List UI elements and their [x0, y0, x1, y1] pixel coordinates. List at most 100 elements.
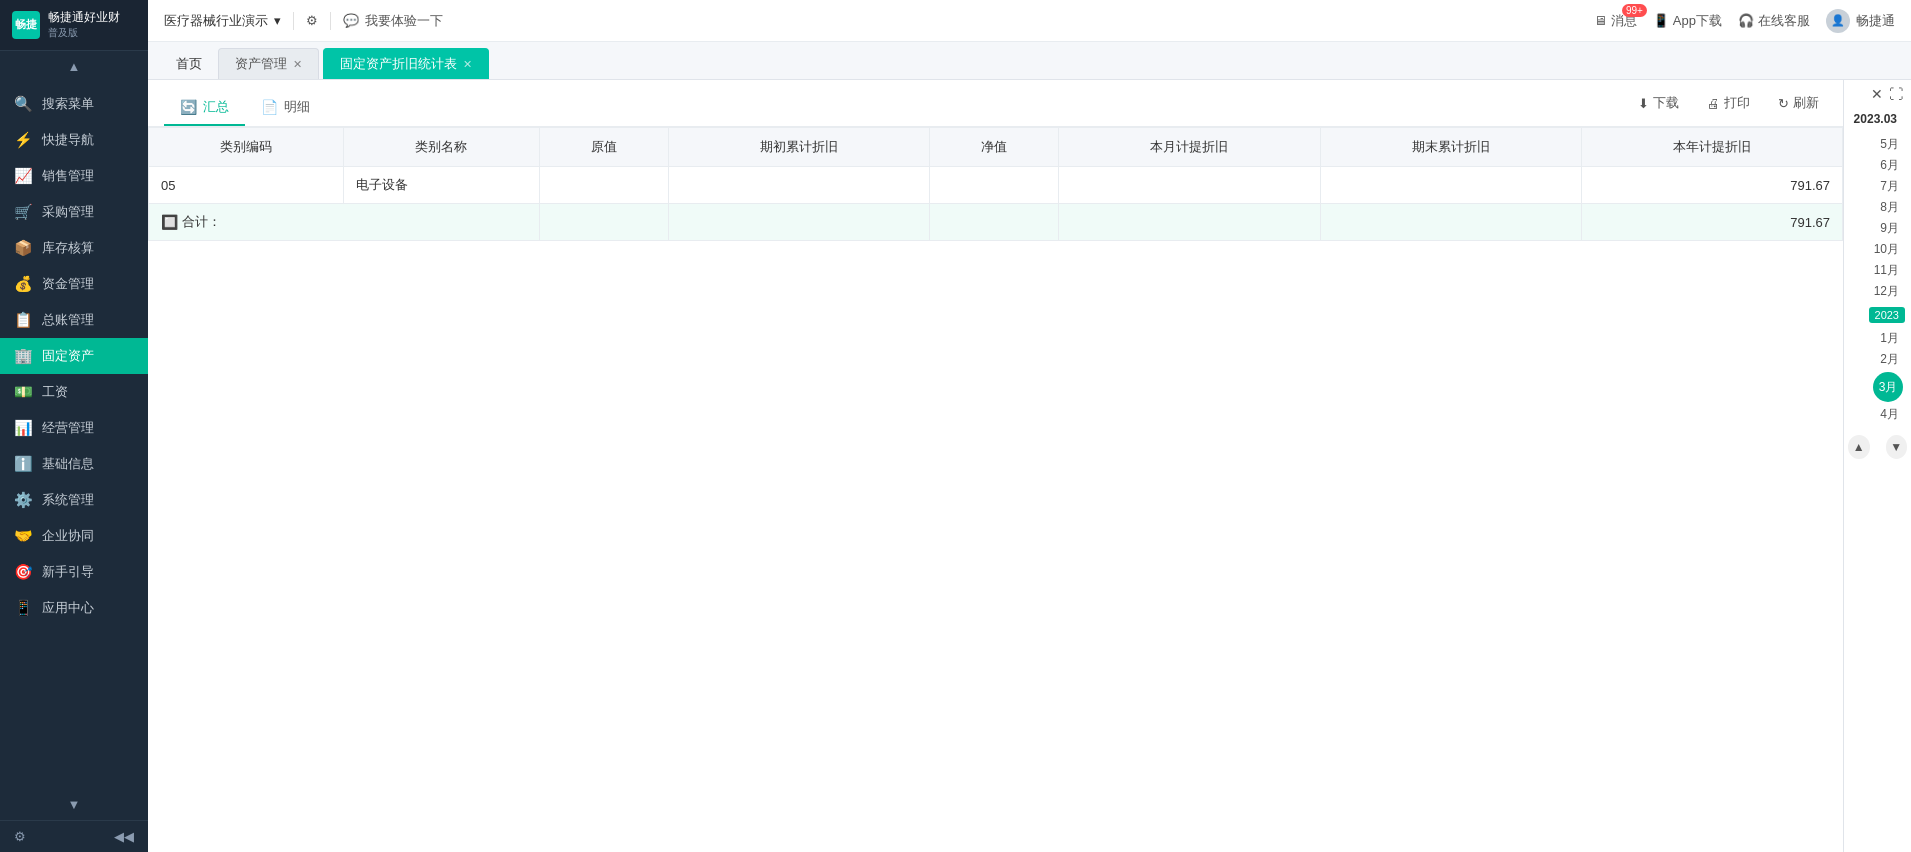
month-2[interactable]: 2月 — [1844, 349, 1911, 370]
month-1[interactable]: 1月 — [1844, 328, 1911, 349]
col-header-net: 净值 — [930, 128, 1059, 167]
tab-depreciation-report[interactable]: 固定资产折旧统计表 ✕ — [323, 48, 489, 79]
summary-expand-icon[interactable]: 🔲 — [161, 214, 178, 230]
panel-resize-btn[interactable]: ⛶ — [1889, 86, 1903, 102]
cell-monthly — [1059, 167, 1320, 204]
sidebar-item-payroll[interactable]: 💵 工资 — [0, 374, 148, 410]
month-nav-up[interactable]: ▲ — [1848, 435, 1870, 459]
refresh-btn[interactable]: ↻ 刷新 — [1770, 90, 1827, 116]
tab-asset-management[interactable]: 资产管理 ✕ — [218, 48, 319, 79]
sub-tab-summary-label: 汇总 — [203, 98, 229, 116]
main-area: 医疗器械行业演示 ▾ ⚙ 💬 我要体验一下 🖥 消息 99+ 📱 App下载 🎧 — [148, 0, 1911, 852]
panel-close-btn[interactable]: ✕ — [1871, 86, 1883, 102]
month-9[interactable]: 9月 — [1844, 218, 1911, 239]
online-service-btn[interactable]: 🎧 在线客服 — [1738, 12, 1810, 30]
tabs-bar: 首页 资产管理 ✕ 固定资产折旧统计表 ✕ — [148, 42, 1911, 80]
sidebar-item-operations[interactable]: 📊 经营管理 — [0, 410, 148, 446]
sidebar-item-guide[interactable]: 🎯 新手引导 — [0, 554, 148, 590]
sales-icon: 📈 — [14, 167, 32, 185]
ledger-icon: 📋 — [14, 311, 32, 329]
message-btn[interactable]: 🖥 消息 99+ — [1594, 12, 1637, 30]
tab-asset-label: 资产管理 — [235, 55, 287, 73]
col-header-code: 类别编码 — [149, 128, 344, 167]
month-11[interactable]: 11月 — [1844, 260, 1911, 281]
tab-home[interactable]: 首页 — [164, 49, 214, 79]
quick-nav-icon: ⚡ — [14, 131, 32, 149]
scroll-up-btn[interactable]: ▲ — [64, 55, 85, 78]
sidebar-item-purchase[interactable]: 🛒 采购管理 — [0, 194, 148, 230]
month-10[interactable]: 10月 — [1844, 239, 1911, 260]
sidebar-item-label: 工资 — [42, 383, 68, 401]
sidebar-item-funds[interactable]: 💰 资金管理 — [0, 266, 148, 302]
sidebar-item-label: 应用中心 — [42, 599, 94, 617]
col-header-annual: 本年计提折旧 — [1581, 128, 1842, 167]
sub-tab-detail-label: 明细 — [284, 98, 310, 116]
settings-icon[interactable]: ⚙ — [14, 829, 26, 844]
topbar-right: 🖥 消息 99+ 📱 App下载 🎧 在线客服 👤 畅捷通 — [1594, 9, 1895, 33]
sidebar-item-label: 经营管理 — [42, 419, 94, 437]
sidebar-item-inventory[interactable]: 📦 库存核算 — [0, 230, 148, 266]
sidebar-item-label: 系统管理 — [42, 491, 94, 509]
month-4[interactable]: 4月 — [1844, 404, 1911, 425]
cell-annual: 791.67 — [1581, 167, 1842, 204]
company-name: 医疗器械行业演示 — [164, 12, 268, 30]
company-selector[interactable]: 医疗器械行业演示 ▾ — [164, 12, 281, 30]
sidebar-item-fixed-assets[interactable]: 🏢 固定资产 — [0, 338, 148, 374]
app-download-btn[interactable]: 📱 App下载 — [1653, 12, 1722, 30]
sidebar-item-enterprise[interactable]: 🤝 企业协同 — [0, 518, 148, 554]
user-menu[interactable]: 👤 畅捷通 — [1826, 9, 1895, 33]
fixed-assets-icon: 🏢 — [14, 347, 32, 365]
scroll-down-btn[interactable]: ▼ — [64, 793, 85, 816]
month-7[interactable]: 7月 — [1844, 176, 1911, 197]
month-5[interactable]: 5月 — [1844, 134, 1911, 155]
inventory-icon: 📦 — [14, 239, 32, 257]
sidebar-item-label: 库存核算 — [42, 239, 94, 257]
system-icon: ⚙️ — [14, 491, 32, 509]
purchase-icon: 🛒 — [14, 203, 32, 221]
col-header-original: 原值 — [539, 128, 668, 167]
collapse-sidebar-btn[interactable]: ◀◀ — [114, 829, 134, 844]
avatar-icon: 👤 — [1831, 14, 1845, 27]
data-table-wrap: 类别编码 类别名称 原值 期初累计折旧 净值 本月计提折旧 期末累计折旧 本年计… — [148, 127, 1843, 241]
sidebar-item-system[interactable]: ⚙️ 系统管理 — [0, 482, 148, 518]
month-3-selected[interactable]: 3月 — [1873, 372, 1903, 402]
content-main: 🔄 汇总 📄 明细 ⬇ 下载 🖨 打印 — [148, 80, 1843, 852]
sidebar-item-app-center[interactable]: 📱 应用中心 — [0, 590, 148, 626]
month-nav-down[interactable]: ▼ — [1886, 435, 1908, 459]
month-8[interactable]: 8月 — [1844, 197, 1911, 218]
settings-btn[interactable]: ⚙ — [306, 13, 318, 28]
sidebar-item-ledger[interactable]: 📋 总账管理 — [0, 302, 148, 338]
tab-home-label: 首页 — [176, 55, 202, 73]
sub-tab-summary[interactable]: 🔄 汇总 — [164, 90, 245, 126]
print-btn[interactable]: 🖨 打印 — [1699, 90, 1758, 116]
message-icon: 🖥 — [1594, 13, 1607, 28]
sub-tabs: 🔄 汇总 📄 明细 — [148, 80, 1614, 126]
settings-gear-icon: ⚙ — [306, 13, 318, 28]
operations-icon: 📊 — [14, 419, 32, 437]
payroll-icon: 💵 — [14, 383, 32, 401]
month-6[interactable]: 6月 — [1844, 155, 1911, 176]
print-icon: 🖨 — [1707, 96, 1720, 111]
month-12[interactable]: 12月 — [1844, 281, 1911, 302]
sub-tab-detail[interactable]: 📄 明细 — [245, 90, 326, 126]
tab-asset-close-btn[interactable]: ✕ — [293, 58, 302, 71]
sidebar-item-label: 销售管理 — [42, 167, 94, 185]
sidebar-item-label: 采购管理 — [42, 203, 94, 221]
col-header-name: 类别名称 — [344, 128, 539, 167]
tab-depreciation-close-btn[interactable]: ✕ — [463, 58, 472, 71]
sidebar-item-search[interactable]: 🔍 搜索菜单 — [0, 86, 148, 122]
cell-original — [539, 167, 668, 204]
summary-label-text: 合计： — [182, 213, 221, 231]
sidebar-item-sales[interactable]: 📈 销售管理 — [0, 158, 148, 194]
panel-controls: ✕ ⛶ — [1844, 80, 1911, 108]
summary-initial-accum — [668, 204, 929, 241]
experience-icon: 💬 — [343, 13, 359, 28]
download-btn[interactable]: ⬇ 下载 — [1630, 90, 1687, 116]
col-header-period-end: 期末累计折旧 — [1320, 128, 1581, 167]
sidebar-item-basic-info[interactable]: ℹ️ 基础信息 — [0, 446, 148, 482]
cell-code: 05 — [149, 167, 344, 204]
sidebar-item-quick-nav[interactable]: ⚡ 快捷导航 — [0, 122, 148, 158]
experience-btn[interactable]: 💬 我要体验一下 — [343, 12, 443, 30]
search-icon: 🔍 — [14, 95, 32, 113]
topbar: 医疗器械行业演示 ▾ ⚙ 💬 我要体验一下 🖥 消息 99+ 📱 App下载 🎧 — [148, 0, 1911, 42]
